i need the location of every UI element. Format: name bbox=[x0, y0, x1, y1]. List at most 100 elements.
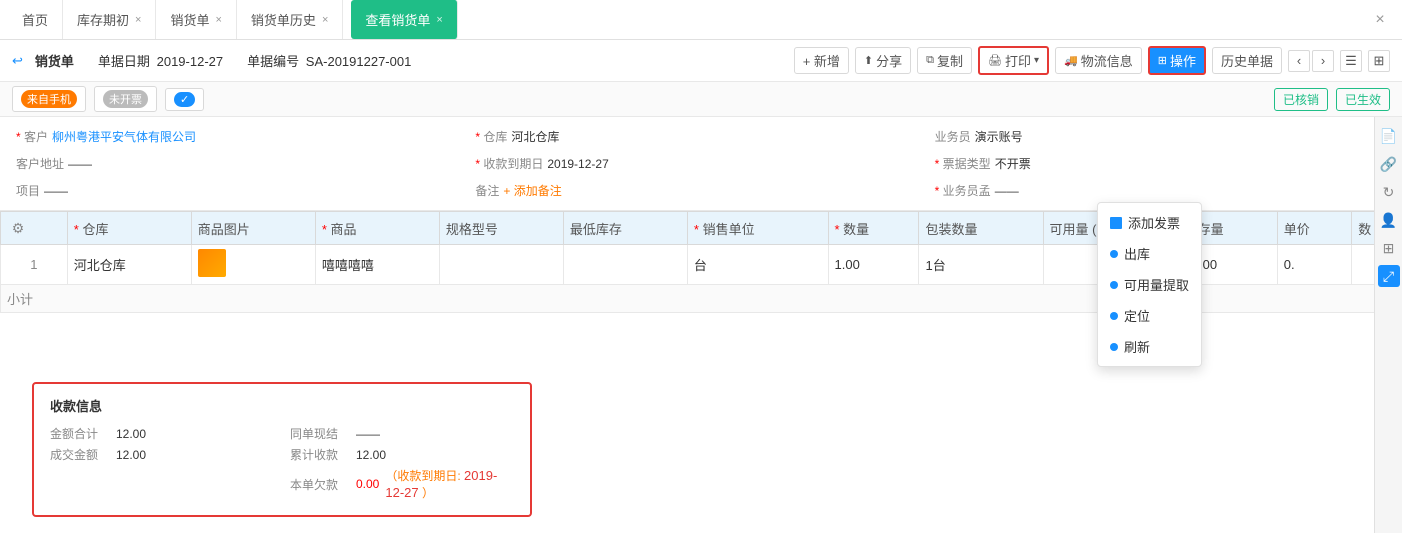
row-warehouse: 河北仓库 bbox=[67, 245, 191, 285]
arrears-row: 本单欠款 0.00 （收款到期日: 2019-12-27 ） bbox=[290, 465, 514, 503]
history-button[interactable]: 历史单据 bbox=[1212, 47, 1282, 74]
salesman-label: 业务员孟 bbox=[935, 182, 991, 199]
operation-button[interactable]: ⊞ 操作 bbox=[1148, 46, 1206, 75]
salesman-value: —— bbox=[995, 184, 1019, 198]
col-min-stock: 最低库存 bbox=[563, 212, 687, 245]
add-note-button[interactable]: 添加备注 bbox=[503, 182, 561, 199]
cumulative-payment-row: 累计收款 12.00 bbox=[290, 444, 514, 465]
main-wrapper: 客户 柳州粤港平安气体有限公司 仓库 河北仓库 业务员 演示账号 客户地址 ——… bbox=[0, 117, 1402, 533]
print-button[interactable]: 🖨 打印 ▾ bbox=[978, 46, 1049, 75]
close-inventory-tab[interactable]: × bbox=[135, 14, 141, 26]
sidebar-document-icon[interactable]: 📄 bbox=[1378, 125, 1400, 147]
available-qty-icon bbox=[1110, 281, 1118, 289]
warehouse-value: 河北仓库 bbox=[511, 128, 559, 145]
deal-amount-value: 12.00 bbox=[116, 448, 146, 462]
payment-right: 同单现结 —— 累计收款 12.00 本单欠款 0.00 （收款到期日: 201… bbox=[290, 423, 514, 503]
product-image bbox=[198, 249, 226, 277]
close-button[interactable]: × bbox=[1366, 6, 1394, 34]
content-area: ↩ 销货单 单据日期 2019-12-27 单据编号 SA-20191227-0… bbox=[0, 40, 1402, 533]
tab-view-sales[interactable]: 查看销货单 × bbox=[351, 0, 457, 39]
right-sidebar: 📄 🔗 ↻ 👤 ⊞ ⤢ bbox=[1374, 117, 1402, 533]
row-qty: 1.00 bbox=[828, 245, 919, 285]
row-product: 嘻嘻嘻嘻 bbox=[315, 245, 439, 285]
same-order-label: 同单现结 bbox=[290, 425, 350, 442]
tab-home[interactable]: 首页 bbox=[8, 0, 63, 39]
row-min-stock bbox=[563, 245, 687, 285]
confirm-button[interactable]: ✓ bbox=[165, 88, 204, 111]
status-buttons: 已核销 已生效 bbox=[1274, 88, 1390, 111]
col-price: 单价 bbox=[1277, 212, 1351, 245]
settings-icon[interactable]: ⚙ bbox=[7, 217, 29, 239]
outbound-item[interactable]: 出库 bbox=[1098, 238, 1201, 269]
refresh-item[interactable]: 刷新 bbox=[1098, 331, 1201, 362]
col-qty: 数量 bbox=[828, 212, 919, 245]
total-row: 金额合计 12.00 bbox=[50, 423, 274, 444]
payment-left: 金额合计 12.00 成交金额 12.00 bbox=[50, 423, 274, 503]
customer-row: 客户 柳州粤港平安气体有限公司 bbox=[16, 125, 467, 148]
staff-label: 业务员 bbox=[935, 128, 971, 145]
close-view-sales-tab[interactable]: × bbox=[436, 14, 442, 26]
tab-sales[interactable]: 销货单 × bbox=[156, 0, 236, 39]
add-invoice-item[interactable]: 添加发票 bbox=[1098, 207, 1201, 238]
refresh-icon bbox=[1110, 343, 1118, 351]
payment-grid: 金额合计 12.00 成交金额 12.00 同单现结 —— bbox=[50, 423, 514, 503]
same-order-row: 同单现结 —— bbox=[290, 423, 514, 444]
arrears-label: 本单欠款 bbox=[290, 476, 350, 493]
address-value: —— bbox=[68, 157, 92, 171]
tab-inventory[interactable]: 库存期初 × bbox=[63, 0, 156, 39]
warehouse-label: 仓库 bbox=[475, 128, 507, 145]
doc-title: 销货单 bbox=[35, 51, 74, 70]
operation-dropdown: 添加发票 出库 可用量提取 定位 刷新 bbox=[1097, 202, 1202, 367]
from-phone-button[interactable]: 来自手机 bbox=[12, 86, 86, 112]
sidebar-user-icon[interactable]: 👤 bbox=[1378, 209, 1400, 231]
note-row: 备注 添加备注 bbox=[475, 179, 926, 202]
close-sales-history-tab[interactable]: × bbox=[322, 14, 328, 26]
sidebar-expand-icon[interactable]: ⤢ bbox=[1378, 265, 1400, 287]
ticket-value: 不开票 bbox=[995, 155, 1031, 172]
not-open-badge: 未开票 bbox=[103, 90, 148, 108]
tab-sales-history[interactable]: 销货单历史 × bbox=[237, 0, 343, 39]
available-qty-item[interactable]: 可用量提取 bbox=[1098, 269, 1201, 300]
doc-number-label: 单据编号 SA-20191227-001 bbox=[247, 51, 411, 70]
project-value: —— bbox=[44, 184, 68, 198]
sold-status[interactable]: 已核销 bbox=[1274, 88, 1328, 111]
effective-status[interactable]: 已生效 bbox=[1336, 88, 1390, 111]
sidebar-link-icon[interactable]: 🔗 bbox=[1378, 153, 1400, 175]
add-invoice-icon bbox=[1110, 217, 1122, 229]
next-button[interactable]: › bbox=[1312, 50, 1334, 72]
logistics-button[interactable]: 🚚 物流信息 bbox=[1055, 47, 1142, 74]
customer-value[interactable]: 柳州粤港平安气体有限公司 bbox=[52, 128, 196, 145]
prev-button[interactable]: ‹ bbox=[1288, 50, 1310, 72]
deal-amount-label: 成交金额 bbox=[50, 446, 110, 463]
cumulative-label: 累计收款 bbox=[290, 446, 350, 463]
payment-date-row: 收款到期日 2019-12-27 bbox=[475, 152, 926, 175]
locate-item[interactable]: 定位 bbox=[1098, 300, 1201, 331]
not-open-button[interactable]: 未开票 bbox=[94, 86, 157, 112]
copy-button[interactable]: ⧉ 复制 bbox=[917, 47, 972, 74]
close-sales-tab[interactable]: × bbox=[215, 14, 221, 26]
share-button[interactable]: ⬆ 分享 bbox=[855, 47, 911, 74]
cumulative-value: 12.00 bbox=[356, 448, 386, 462]
row-price: 0. bbox=[1277, 245, 1351, 285]
payment-date-label: 收款到期日 bbox=[475, 155, 543, 172]
total-label: 金额合计 bbox=[50, 425, 110, 442]
address-label: 客户地址 bbox=[16, 155, 64, 172]
grid-view-button[interactable]: ⊞ bbox=[1368, 50, 1390, 72]
col-product-img: 商品图片 bbox=[191, 212, 315, 245]
confirm-badge: ✓ bbox=[174, 92, 195, 107]
same-order-value: —— bbox=[356, 427, 380, 441]
row-pack-qty: 1台 bbox=[919, 245, 1043, 285]
list-view-button[interactable]: ☰ bbox=[1340, 50, 1362, 72]
sidebar-table-icon[interactable]: ⊞ bbox=[1378, 237, 1400, 259]
staff-value: 演示账号 bbox=[975, 128, 1023, 145]
sidebar-rotate-icon[interactable]: ↻ bbox=[1378, 181, 1400, 203]
salesman-row: 业务员孟 —— bbox=[935, 179, 1386, 202]
locate-icon bbox=[1110, 312, 1118, 320]
note-label: 备注 bbox=[475, 182, 499, 199]
main-toolbar: ↩ 销货单 单据日期 2019-12-27 单据编号 SA-20191227-0… bbox=[0, 40, 1402, 82]
arrears-note: （收款到期日: 2019-12-27 ） bbox=[385, 467, 514, 501]
ticket-row: 票据类型 不开票 bbox=[935, 152, 1386, 175]
form-area: 客户 柳州粤港平安气体有限公司 仓库 河北仓库 业务员 演示账号 客户地址 ——… bbox=[0, 117, 1402, 211]
new-button[interactable]: + 新增 bbox=[794, 47, 849, 74]
payment-section: 收款信息 金额合计 12.00 成交金额 12.00 bbox=[32, 382, 532, 517]
